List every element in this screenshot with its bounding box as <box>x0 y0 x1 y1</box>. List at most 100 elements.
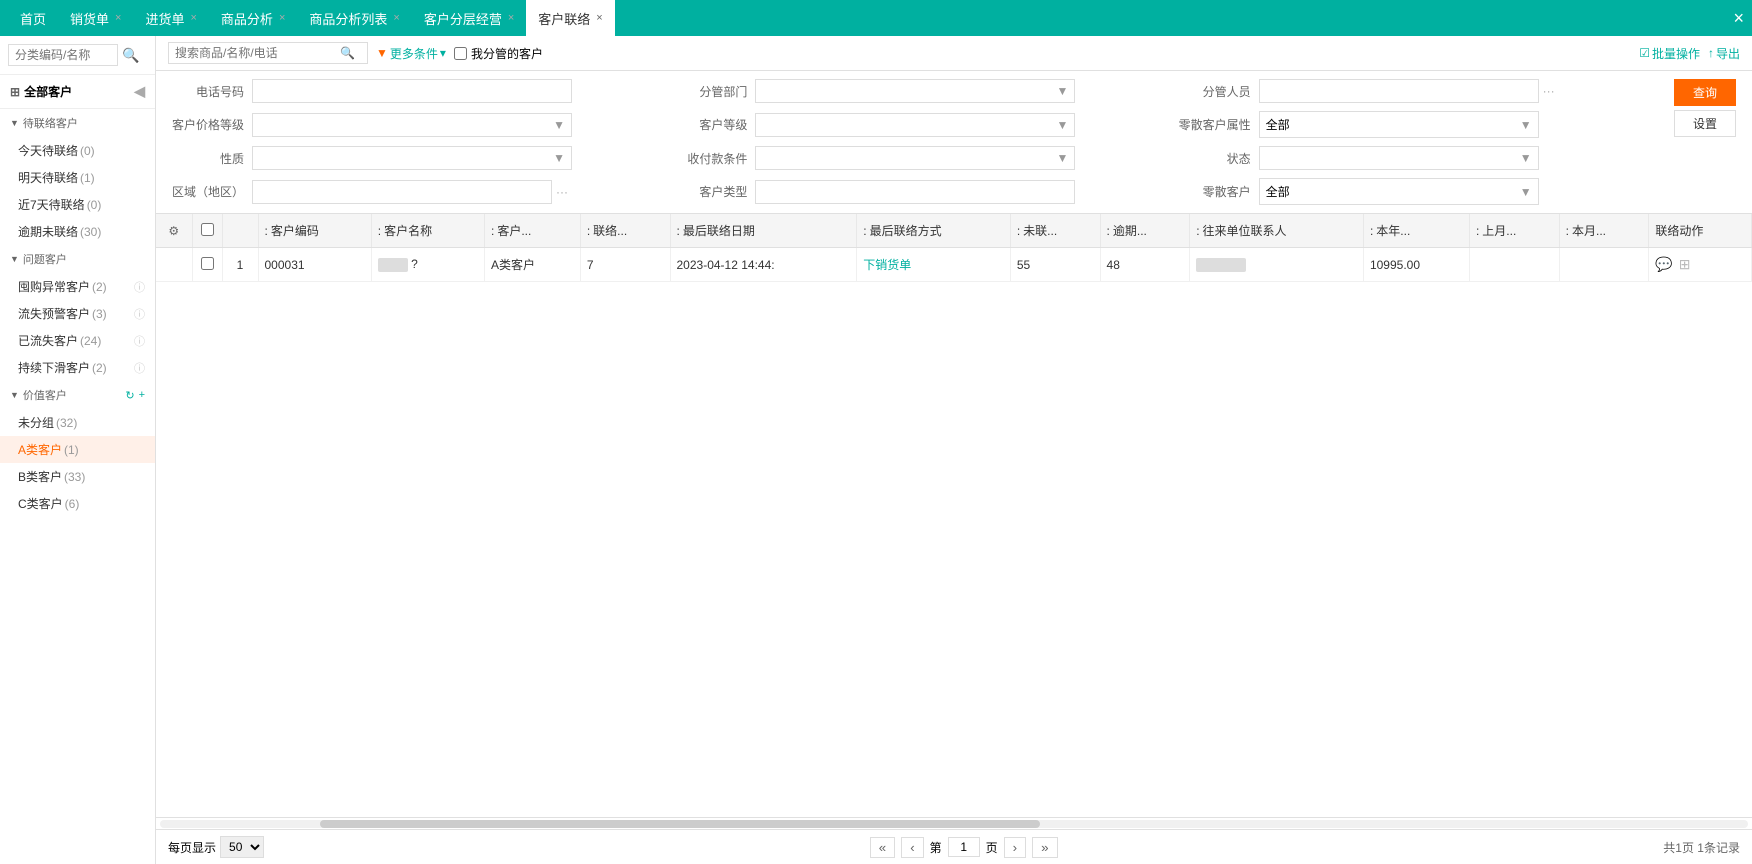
sidebar-item-overdue[interactable]: 逾期未联络(30) <box>0 218 155 245</box>
payment-select[interactable]: ▼ <box>755 146 1075 170</box>
sidebar-search-input[interactable] <box>8 44 118 66</box>
close-product-list[interactable]: × <box>393 12 399 24</box>
customer-level-select[interactable]: ▼ <box>755 113 1075 137</box>
sidebar-item-declining[interactable]: 持续下滑客户(2) ⓘ <box>0 354 155 381</box>
region-input[interactable] <box>252 180 552 204</box>
nav-customer-segment[interactable]: 客户分层经营 × <box>412 0 526 36</box>
action-icons: 💬 ⊞ <box>1655 256 1745 273</box>
filter-dept: 分管部门 ▼ <box>675 79 1158 103</box>
more-conditions-btn[interactable]: ▼ 更多条件 ▾ <box>376 45 446 62</box>
status-select[interactable]: ▼ <box>1259 146 1539 170</box>
price-level-select[interactable]: ▼ <box>252 113 572 137</box>
sidebar-item-7days[interactable]: 近7天待联络(0) <box>0 191 155 218</box>
row-checkbox-cell[interactable] <box>192 248 222 282</box>
nav-product-analysis[interactable]: 商品分析 × <box>209 0 297 36</box>
close-customer-segment[interactable]: × <box>508 12 514 24</box>
col-name: : 客户名称 <box>371 214 484 248</box>
next-page-btn[interactable]: › <box>1004 837 1026 858</box>
action-buttons: 查询 设置 <box>1674 79 1736 205</box>
row-this-year-cell: 10995.00 <box>1363 248 1469 282</box>
window-close-icon[interactable]: × <box>1733 8 1744 28</box>
chat-icon[interactable]: 💬 <box>1655 256 1672 273</box>
filter-row-3: 性质 ▼ 收付款条件 ▼ <box>172 146 1662 170</box>
sidebar-item-unclassified[interactable]: 未分组(32) <box>0 409 155 436</box>
col-last-date: : 最后联络日期 <box>670 214 857 248</box>
my-customers-check[interactable] <box>454 47 467 60</box>
row-settings-cell <box>156 248 192 282</box>
content-area: 🔍 ▼ 更多条件 ▾ 我分管的客户 ☑ 批量操作 ↑ 导出 <box>156 36 1752 864</box>
sidebar-item-class-a[interactable]: A类客户(1) <box>0 436 155 463</box>
nav-sales-order[interactable]: 销货单 × <box>58 0 133 36</box>
all-customers-header[interactable]: ⊞ 全部客户 ◀ <box>0 75 155 109</box>
last-method-link[interactable]: 下销货单 <box>863 258 911 272</box>
filter-customer-type: 客户类型 <box>675 180 1158 204</box>
prev-page-btn[interactable]: ‹ <box>901 837 923 858</box>
top-nav: 首页 销货单 × 进货单 × 商品分析 × 商品分析列表 × 客户分层经营 × … <box>0 0 1752 36</box>
nature-select[interactable]: ▼ <box>252 146 572 170</box>
sidebar-item-today[interactable]: 今天待联络(0) <box>0 137 155 164</box>
col-settings[interactable]: ⚙ <box>156 214 192 248</box>
share-icon[interactable]: ⊞ <box>1679 256 1691 273</box>
sidebar-item-tomorrow[interactable]: 明天待联络(1) <box>0 164 155 191</box>
gear-settings-icon[interactable]: ⚙ <box>168 224 179 238</box>
group-pending-contact[interactable]: ▼ 待联络客户 <box>0 109 155 137</box>
retail-attr-select[interactable]: 全部 ▼ <box>1259 111 1539 138</box>
dept-arrow-icon: ▼ <box>1056 84 1068 98</box>
collapse-sidebar-icon[interactable]: ◀ <box>134 83 145 100</box>
sidebar-item-class-b[interactable]: B类客户(33) <box>0 463 155 490</box>
nav-product-analysis-list[interactable]: 商品分析列表 × <box>297 0 411 36</box>
dept-select[interactable]: ▼ <box>755 79 1075 103</box>
export-btn[interactable]: ↑ 导出 <box>1708 45 1740 62</box>
main-layout: 🔍 ⊞ 全部客户 ◀ ▼ 待联络客户 今天待联络(0) 明天待联络(1) 近7天… <box>0 36 1752 864</box>
sidebar-item-churned[interactable]: 已流失客户(24) ⓘ <box>0 327 155 354</box>
nav-home[interactable]: 首页 <box>8 0 58 36</box>
retail-cust-arrow-icon: ▼ <box>1520 185 1532 199</box>
query-button[interactable]: 查询 <box>1674 79 1736 106</box>
nature-arrow-icon: ▼ <box>553 151 565 165</box>
group-value-customers[interactable]: ▼ 价值客户 ↻ + <box>0 381 155 409</box>
close-product-analysis[interactable]: × <box>279 12 285 24</box>
close-purchase-order[interactable]: × <box>190 12 196 24</box>
sidebar-item-hoarding[interactable]: 囤购异常客户(2) ⓘ <box>0 273 155 300</box>
table-container: ⚙ : 客户编码 <box>156 214 1752 817</box>
region-dots-icon[interactable]: ··· <box>552 185 572 199</box>
sidebar-item-class-c[interactable]: C类客户(6) <box>0 490 155 517</box>
row-checkbox[interactable] <box>201 257 214 270</box>
nav-customer-contact[interactable]: 客户联络 × <box>526 0 614 36</box>
nav-purchase-order[interactable]: 进货单 × <box>133 0 208 36</box>
row-contact-cell: 7 <box>580 248 670 282</box>
row-last-method-cell: 下销货单 <box>857 248 1011 282</box>
col-last-month: : 上月... <box>1469 214 1559 248</box>
scroll-thumb[interactable] <box>320 820 1040 828</box>
retail-customer-select[interactable]: 全部 ▼ <box>1259 178 1539 205</box>
row-overdue-cell: 48 <box>1100 248 1190 282</box>
price-arrow-icon: ▼ <box>553 118 565 132</box>
horizontal-scrollbar[interactable] <box>156 817 1752 829</box>
filter-search-area: 🔍 <box>168 42 368 64</box>
customer-type-input[interactable] <box>755 180 1075 204</box>
customer-table: ⚙ : 客户编码 <box>156 214 1752 282</box>
settings-button[interactable]: 设置 <box>1674 110 1736 137</box>
col-checkbox[interactable] <box>192 214 222 248</box>
close-customer-contact[interactable]: × <box>596 12 602 24</box>
per-page-select[interactable]: 50 <box>220 836 264 858</box>
manager-dots-icon[interactable]: ··· <box>1539 84 1559 98</box>
phone-input[interactable] <box>252 79 572 103</box>
first-page-btn[interactable]: « <box>870 837 895 858</box>
page-number-input[interactable] <box>948 837 980 857</box>
last-page-btn[interactable]: » <box>1032 837 1057 858</box>
add-value-icon[interactable]: + <box>139 389 145 402</box>
row-type-cell: A类客户 <box>484 248 580 282</box>
refresh-value-icon[interactable]: ↻ <box>125 389 134 402</box>
sidebar-search-icon[interactable]: 🔍 <box>122 47 139 64</box>
filter-search-icon[interactable]: 🔍 <box>340 46 355 60</box>
batch-op-btn[interactable]: ☑ 批量操作 <box>1639 45 1700 62</box>
manager-input[interactable] <box>1259 79 1539 103</box>
group-problem-customers[interactable]: ▼ 问题客户 <box>0 245 155 273</box>
row-name-cell: ? <box>371 248 484 282</box>
select-all-checkbox[interactable] <box>201 223 214 236</box>
filter-search-input[interactable] <box>175 46 340 60</box>
my-customers-checkbox[interactable]: 我分管的客户 <box>454 45 543 62</box>
sidebar-item-churn-warning[interactable]: 流失预警客户(3) ⓘ <box>0 300 155 327</box>
close-sales-order[interactable]: × <box>115 12 121 24</box>
